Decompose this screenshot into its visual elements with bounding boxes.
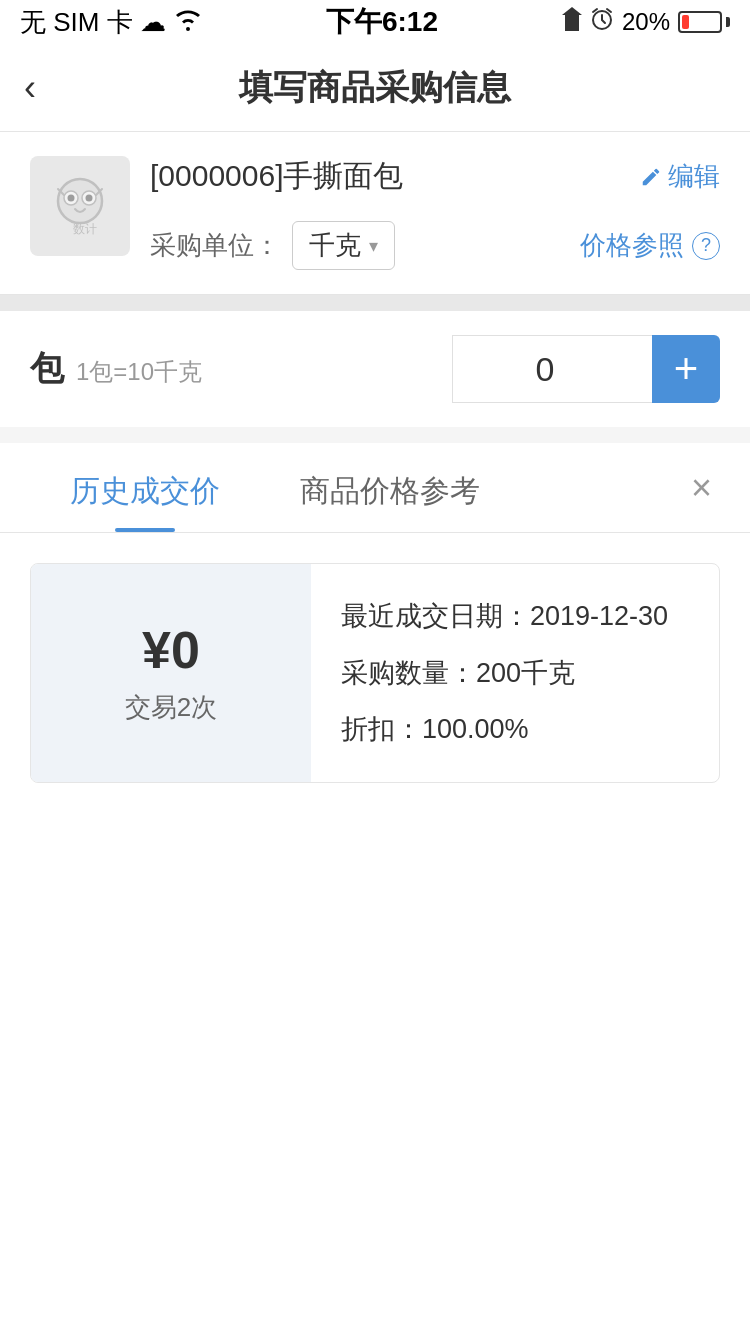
tab-items: 历史成交价 商品价格参考 bbox=[30, 443, 520, 532]
product-header: [0000006]手撕面包 编辑 bbox=[150, 156, 720, 197]
purchase-unit-left: 采购单位： 千克 ▾ bbox=[150, 221, 395, 270]
discount-value: 100.00% bbox=[422, 714, 529, 744]
sim-status: 无 SIM 卡 ☁ bbox=[20, 5, 166, 40]
price-symbol: ¥ bbox=[142, 621, 171, 679]
tab-section: 历史成交价 商品价格参考 × ¥0 交易2次 最近成交日期：2019-12-30… bbox=[0, 443, 750, 813]
svg-text:数计: 数计 bbox=[73, 222, 97, 236]
price-ref-button[interactable]: 价格参照 ? bbox=[580, 228, 720, 263]
quantity-plus-button[interactable]: + bbox=[652, 335, 720, 403]
help-icon: ? bbox=[692, 232, 720, 260]
price-card-right: 最近成交日期：2019-12-30 采购数量：200千克 折扣：100.00% bbox=[311, 564, 719, 782]
status-time: 下午6:12 bbox=[326, 3, 438, 41]
location-icon bbox=[562, 7, 582, 37]
tab-close-button[interactable]: × bbox=[683, 459, 720, 517]
discount-label: 折扣： bbox=[341, 714, 422, 744]
edit-icon bbox=[640, 166, 662, 188]
unit-value: 千克 bbox=[309, 228, 361, 263]
battery-icon bbox=[678, 11, 730, 33]
purchase-qty-value: 200千克 bbox=[476, 658, 575, 688]
history-price-content: ¥0 交易2次 最近成交日期：2019-12-30 采购数量：200千克 折扣：… bbox=[0, 533, 750, 813]
chevron-down-icon: ▾ bbox=[369, 235, 378, 257]
quantity-input-group: + bbox=[452, 335, 720, 403]
price-value: 0 bbox=[171, 621, 200, 679]
quantity-unit-sub: 1包=10千克 bbox=[76, 356, 202, 388]
quantity-input[interactable] bbox=[452, 335, 652, 403]
price-card: ¥0 交易2次 最近成交日期：2019-12-30 采购数量：200千克 折扣：… bbox=[30, 563, 720, 783]
tab-bar: 历史成交价 商品价格参考 × bbox=[0, 443, 750, 533]
tab-history-price[interactable]: 历史成交价 bbox=[30, 443, 260, 532]
nav-bar: ‹ 填写商品采购信息 bbox=[0, 44, 750, 132]
history-price-amount: ¥0 bbox=[142, 620, 200, 680]
product-name: [0000006]手撕面包 bbox=[150, 156, 403, 197]
svg-point-5 bbox=[86, 195, 93, 202]
purchase-qty-row: 采购数量：200千克 bbox=[341, 653, 689, 694]
product-image: 数计 bbox=[30, 156, 130, 256]
quantity-row: 包 1包=10千克 + bbox=[0, 311, 750, 427]
recent-date-row: 最近成交日期：2019-12-30 bbox=[341, 596, 689, 637]
discount-row: 折扣：100.00% bbox=[341, 709, 689, 750]
status-right: 20% bbox=[562, 7, 730, 37]
product-card: 数计 [0000006]手撕面包 编辑 采购单位： 千克 ▾ 价格参照 bbox=[0, 132, 750, 295]
back-button[interactable]: ‹ bbox=[24, 67, 36, 109]
product-info: [0000006]手撕面包 编辑 采购单位： 千克 ▾ 价格参照 ? bbox=[150, 156, 720, 270]
edit-label: 编辑 bbox=[668, 159, 720, 194]
unit-label: 采购单位： bbox=[150, 228, 280, 263]
battery-percent: 20% bbox=[622, 8, 670, 36]
status-left: 无 SIM 卡 ☁ bbox=[20, 5, 202, 40]
edit-button[interactable]: 编辑 bbox=[640, 159, 720, 194]
tab-product-price-ref[interactable]: 商品价格参考 bbox=[260, 443, 520, 532]
section-divider bbox=[0, 295, 750, 311]
unit-select[interactable]: 千克 ▾ bbox=[292, 221, 395, 270]
svg-point-4 bbox=[68, 195, 75, 202]
product-thumbnail: 数计 bbox=[45, 171, 115, 241]
purchase-qty-label: 采购数量： bbox=[341, 658, 476, 688]
recent-date-label: 最近成交日期： bbox=[341, 601, 530, 631]
price-ref-label: 价格参照 bbox=[580, 228, 684, 263]
quantity-label: 包 1包=10千克 bbox=[30, 346, 202, 392]
purchase-unit-row: 采购单位： 千克 ▾ 价格参照 ? bbox=[150, 221, 720, 270]
price-card-left: ¥0 交易2次 bbox=[31, 564, 311, 782]
trade-count: 交易2次 bbox=[125, 690, 217, 725]
quantity-unit-big: 包 bbox=[30, 346, 64, 392]
recent-date-value: 2019-12-30 bbox=[530, 601, 668, 631]
wifi-icon bbox=[174, 7, 202, 38]
page-title: 填写商品采购信息 bbox=[239, 65, 511, 111]
alarm-icon bbox=[590, 7, 614, 37]
status-bar: 无 SIM 卡 ☁ 下午6:12 20% bbox=[0, 0, 750, 44]
page-body bbox=[0, 813, 750, 1335]
